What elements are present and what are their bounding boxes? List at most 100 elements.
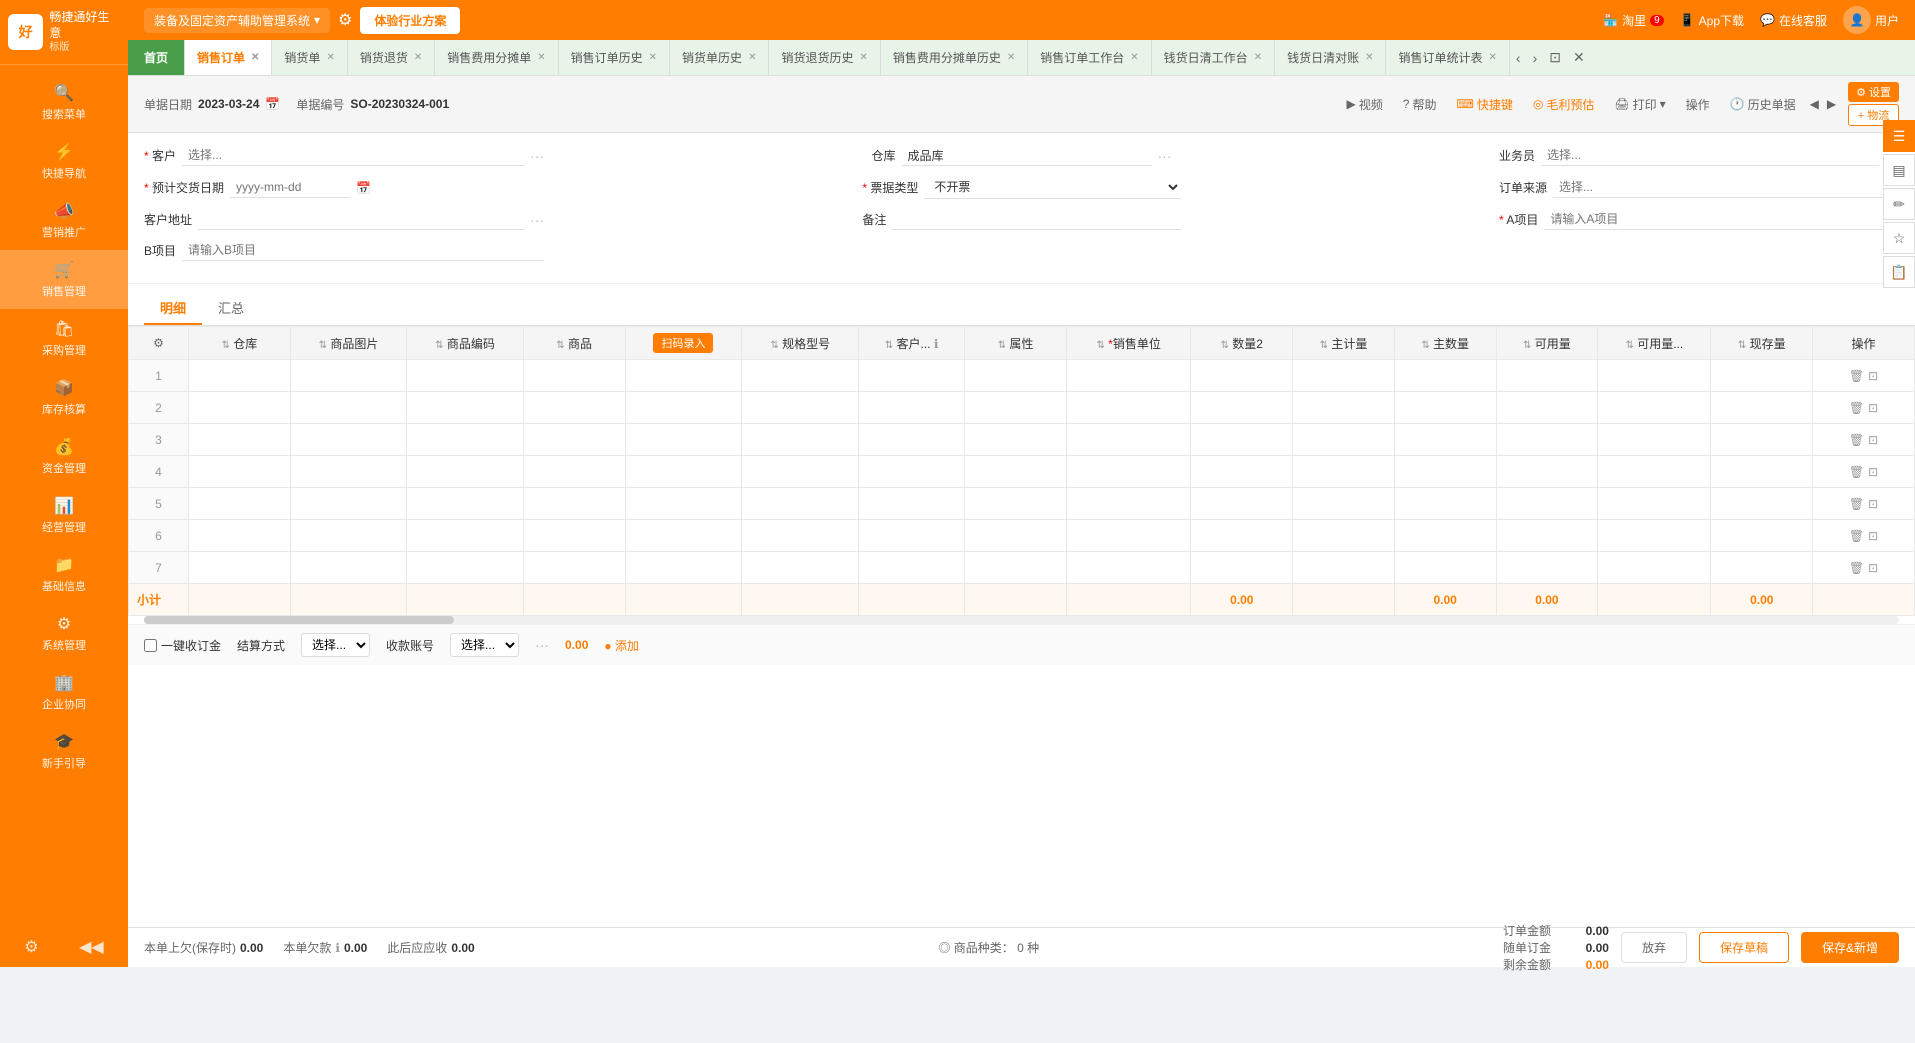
- cell-available2[interactable]: [1598, 392, 1711, 424]
- invoice-select[interactable]: 不开票 增值税专用发票 增值税普通发票: [924, 176, 1180, 199]
- cell-product[interactable]: [523, 424, 625, 456]
- copy-icon[interactable]: ⊡: [1868, 465, 1878, 479]
- scrollbar-thumb[interactable]: [144, 616, 454, 624]
- cell-product[interactable]: [523, 456, 625, 488]
- address-dots-btn[interactable]: ···: [530, 212, 544, 228]
- cell-code[interactable]: [407, 488, 524, 520]
- cell-main_qty[interactable]: [1394, 456, 1496, 488]
- cell-product[interactable]: [523, 392, 625, 424]
- cell-current[interactable]: [1711, 488, 1813, 520]
- customer-dots-btn[interactable]: ···: [530, 148, 544, 164]
- tab-return-history[interactable]: 销货退货历史 ✕: [769, 40, 880, 76]
- sidebar-item-search[interactable]: 🔍 搜索菜单: [0, 73, 128, 132]
- cell-customer_code[interactable]: [859, 552, 965, 584]
- close-tab-icon[interactable]: ✕: [1254, 52, 1262, 63]
- cell-spec[interactable]: [742, 520, 859, 552]
- settings-gear-btn[interactable]: ⚙: [338, 10, 352, 30]
- discard-btn[interactable]: 放弃: [1621, 932, 1687, 963]
- cell-unit[interactable]: [1066, 520, 1190, 552]
- cell-available2[interactable]: [1598, 552, 1711, 584]
- owe-info-icon[interactable]: ℹ: [335, 941, 340, 955]
- tab-money-reconcile[interactable]: 钱货日清对账 ✕: [1275, 40, 1386, 76]
- cell-available[interactable]: [1496, 552, 1598, 584]
- solution-btn[interactable]: 体验行业方案: [360, 7, 460, 34]
- salesperson-input[interactable]: [1541, 145, 1879, 166]
- side-btn-list[interactable]: ☰: [1883, 120, 1915, 152]
- cell-unit[interactable]: [1066, 552, 1190, 584]
- warehouse-input[interactable]: [902, 145, 1152, 166]
- tab-sales-order-history[interactable]: 销售订单历史 ✕: [559, 40, 670, 76]
- warehouse-dots-btn[interactable]: ···: [1158, 148, 1172, 164]
- delete-icon[interactable]: 🗑: [1849, 401, 1864, 415]
- close-tab-icon[interactable]: ✕: [1365, 52, 1373, 63]
- cell-main_unit[interactable]: [1293, 392, 1395, 424]
- cell-attr[interactable]: [965, 424, 1067, 456]
- cell-code[interactable]: [407, 552, 524, 584]
- side-btn-clipboard[interactable]: 📋: [1883, 256, 1915, 288]
- cell-warehouse[interactable]: [189, 456, 291, 488]
- add-payment-btn[interactable]: ● 添加: [604, 637, 639, 654]
- info-icon[interactable]: ℹ: [934, 337, 939, 351]
- cell-spec[interactable]: [742, 456, 859, 488]
- cell-product[interactable]: [523, 520, 625, 552]
- cell-spec[interactable]: [742, 488, 859, 520]
- copy-icon[interactable]: ⊡: [1868, 433, 1878, 447]
- cell-scan[interactable]: [625, 424, 742, 456]
- cell-available[interactable]: [1496, 488, 1598, 520]
- close-tab-icon[interactable]: ✕: [1489, 52, 1497, 63]
- tab-sales-invoice[interactable]: 销货单 ✕: [272, 40, 347, 76]
- close-tab-icon[interactable]: ✕: [1130, 52, 1138, 63]
- close-tab-icon[interactable]: ✕: [326, 52, 334, 63]
- print-btn[interactable]: 🖨 打印 ▾: [1608, 94, 1671, 115]
- cell-qty2[interactable]: [1191, 360, 1293, 392]
- cell-qty2[interactable]: [1191, 520, 1293, 552]
- cell-warehouse[interactable]: [189, 424, 291, 456]
- copy-icon[interactable]: ⊡: [1868, 401, 1878, 415]
- cell-code[interactable]: [407, 360, 524, 392]
- cell-current[interactable]: [1711, 552, 1813, 584]
- cell-unit[interactable]: [1066, 392, 1190, 424]
- account-select[interactable]: 选择...: [450, 633, 519, 657]
- cell-qty2[interactable]: [1191, 552, 1293, 584]
- cell-customer_code[interactable]: [859, 488, 965, 520]
- cell-available[interactable]: [1496, 360, 1598, 392]
- cell-main_qty[interactable]: [1394, 392, 1496, 424]
- tab-detail[interactable]: 明细: [144, 292, 202, 325]
- sidebar-item-system[interactable]: ⚙ 系统管理: [0, 604, 128, 663]
- sidebar-item-marketing[interactable]: 📣 营销推广: [0, 191, 128, 250]
- cell-customer_code[interactable]: [859, 456, 965, 488]
- copy-icon[interactable]: ⊡: [1868, 529, 1878, 543]
- cell-attr[interactable]: [965, 456, 1067, 488]
- cell-spec[interactable]: [742, 552, 859, 584]
- cell-available2[interactable]: [1598, 456, 1711, 488]
- tab-next-btn[interactable]: ›: [1527, 40, 1544, 76]
- cell-qty2[interactable]: [1191, 392, 1293, 424]
- sidebar-item-sales[interactable]: 🛒 销售管理: [0, 250, 128, 309]
- tab-prev-btn[interactable]: ‹: [1510, 40, 1527, 76]
- tab-fee-history[interactable]: 销售费用分摊单历史 ✕: [881, 40, 1028, 76]
- cell-code[interactable]: [407, 520, 524, 552]
- delete-icon[interactable]: 🗑: [1849, 497, 1864, 511]
- app-selector[interactable]: 装备及固定资产辅助管理系统 ▾: [144, 8, 330, 33]
- cell-main_unit[interactable]: [1293, 424, 1395, 456]
- cell-main_unit[interactable]: [1293, 520, 1395, 552]
- cell-qty2[interactable]: [1191, 456, 1293, 488]
- delete-icon[interactable]: 🗑: [1849, 529, 1864, 543]
- sidebar-item-operations[interactable]: 📊 经营管理: [0, 486, 128, 545]
- cell-available2[interactable]: [1598, 360, 1711, 392]
- tab-more-btn[interactable]: ⊡: [1543, 40, 1567, 76]
- cell-qty2[interactable]: [1191, 424, 1293, 456]
- sidebar-item-quicknav[interactable]: ⚡ 快捷导航: [0, 132, 128, 191]
- cell-unit[interactable]: [1066, 456, 1190, 488]
- payment-select[interactable]: 选择...: [301, 633, 370, 657]
- copy-icon[interactable]: ⊡: [1868, 497, 1878, 511]
- app-download-item[interactable]: 📱 App下载: [1680, 12, 1744, 29]
- cell-product[interactable]: [523, 360, 625, 392]
- cell-attr[interactable]: [965, 360, 1067, 392]
- cell-customer_code[interactable]: [859, 424, 965, 456]
- online-service-item[interactable]: 💬 在线客服: [1760, 12, 1827, 29]
- delete-icon[interactable]: 🗑: [1849, 561, 1864, 575]
- cell-warehouse[interactable]: [189, 520, 291, 552]
- tab-sales-return[interactable]: 销货退货 ✕: [348, 40, 435, 76]
- notes-input[interactable]: [892, 209, 1180, 230]
